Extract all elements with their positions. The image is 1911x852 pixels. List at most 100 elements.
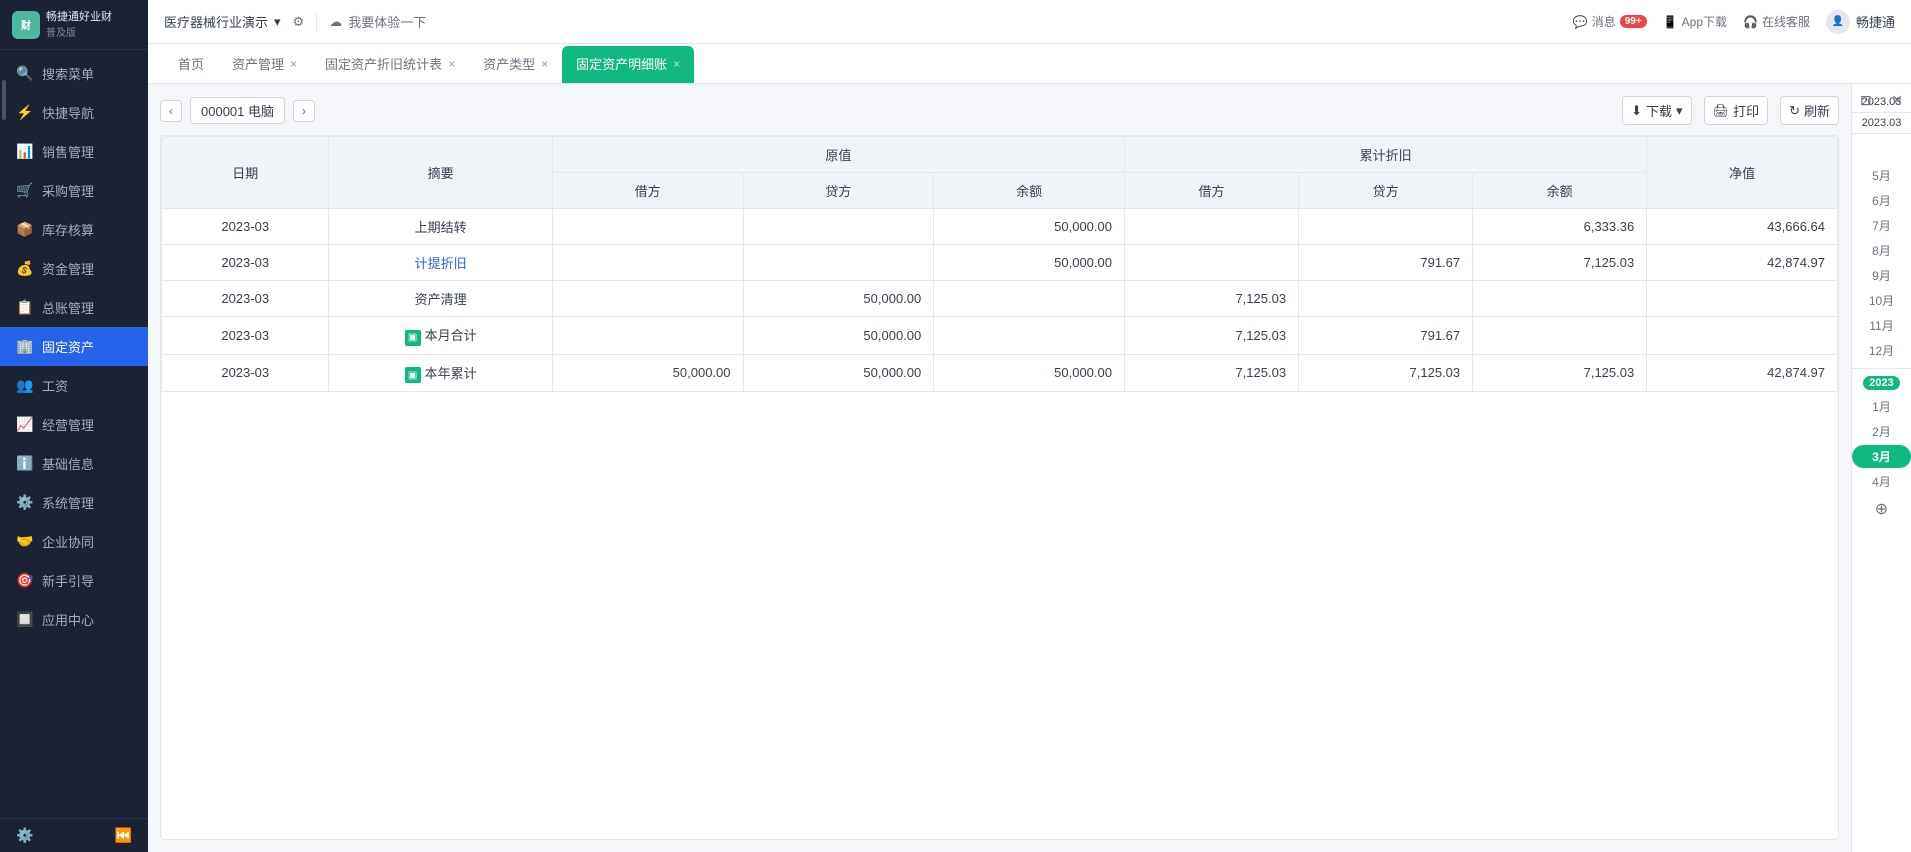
cell-date: 2023-03	[162, 317, 329, 355]
month-item-active[interactable]: 3月	[1852, 445, 1911, 468]
basic-info-icon: ℹ️	[16, 455, 34, 473]
cell-accum-credit: 791.67	[1299, 245, 1473, 281]
app-download-button[interactable]: 📱 App下载	[1663, 13, 1727, 30]
sidebar-menu: 🔍 搜索菜单 ⚡ 快捷导航 📊 销售管理 🛒 采购管理 📦 库存核算 💰 资金管…	[0, 50, 148, 818]
system-icon: ⚙️	[16, 494, 34, 512]
username: 畅捷通	[1856, 12, 1895, 31]
cell-accum-debit: 7,125.03	[1124, 317, 1298, 355]
sidebar-item-apps[interactable]: 🔲 应用中心	[0, 600, 148, 639]
company-selector[interactable]: 医疗器械行业演示 ▾	[164, 12, 281, 31]
sidebar-item-payroll[interactable]: 👥 工资	[0, 366, 148, 405]
collapse-icon[interactable]: ⏮️	[115, 827, 132, 844]
panel-close-icon[interactable]: ✕	[1891, 92, 1903, 109]
cell-accum-debit: 7,125.03	[1124, 281, 1298, 317]
sidebar-item-system[interactable]: ⚙️ 系统管理	[0, 483, 148, 522]
month-item[interactable]: 7月	[1852, 214, 1911, 237]
sidebar-item-label: 库存核算	[42, 220, 94, 239]
sidebar-item-guide[interactable]: 🎯 新手引导	[0, 561, 148, 600]
app-name: 畅捷通好业财	[46, 10, 112, 24]
month-item[interactable]: 1月	[1852, 395, 1911, 418]
logo-text-group: 畅捷通好业财 普及版	[46, 10, 112, 39]
month-item[interactable]: 9月	[1852, 264, 1911, 287]
month-item[interactable]: 2月	[1852, 420, 1911, 443]
purchase-icon: 🛒	[16, 182, 34, 200]
sidebar-item-ops[interactable]: 📈 经营管理	[0, 405, 148, 444]
tab-home[interactable]: 首页	[164, 46, 218, 83]
month-item[interactable]: 6月	[1852, 189, 1911, 212]
experience-button[interactable]: ☁ 我要体验一下	[329, 12, 426, 31]
tab-asset-mgmt[interactable]: 资产管理 ×	[218, 46, 311, 83]
table-row: 2023-03 上期结转 50,000.00 6,333.36 43,666.6…	[162, 209, 1838, 245]
sidebar-item-enterprise[interactable]: 🤝 企业协同	[0, 522, 148, 561]
search-icon: 🔍	[16, 65, 34, 83]
month-item[interactable]: 5月	[1852, 164, 1911, 187]
tab-asset-type[interactable]: 资产类型 ×	[469, 46, 562, 83]
tabs-bar: 首页 资产管理 × 固定资产折旧统计表 × 资产类型 × 固定资产明细账 ×	[148, 44, 1911, 84]
sub-col-orig-credit: 贷方	[743, 173, 934, 209]
tab-close-icon[interactable]: ×	[673, 57, 680, 71]
sidebar-item-search[interactable]: 🔍 搜索菜单	[0, 54, 148, 93]
panel-expand-icon[interactable]: ⊡	[1860, 92, 1872, 109]
refresh-button[interactable]: ↻ 刷新	[1780, 96, 1839, 125]
tab-asset-ledger[interactable]: 固定资产明细账 ×	[562, 46, 694, 83]
cell-orig-balance	[934, 317, 1125, 355]
sub-col-accum-debit: 借方	[1124, 173, 1298, 209]
message-icon: 💬	[1573, 15, 1588, 29]
tab-label: 资产管理	[232, 54, 284, 73]
settings-icon[interactable]: ⚙️	[16, 827, 33, 844]
tab-close-icon[interactable]: ×	[448, 57, 455, 71]
month-item[interactable]: 4月	[1852, 470, 1911, 493]
cell-summary: 资产清理	[329, 281, 552, 317]
download-button[interactable]: ⬇ 下载 ▾	[1622, 96, 1691, 125]
sidebar-item-label: 工资	[42, 376, 68, 395]
cell-date: 2023-03	[162, 209, 329, 245]
refresh-label: 刷新	[1804, 101, 1830, 120]
asset-id-display: 000001 电脑	[190, 97, 285, 124]
cell-orig-debit	[552, 209, 743, 245]
apps-icon: 🔲	[16, 611, 34, 629]
customer-service-button[interactable]: 🎧 在线客服	[1743, 13, 1810, 30]
service-label: 在线客服	[1762, 13, 1810, 30]
sidebar-item-label: 搜索菜单	[42, 64, 94, 83]
tab-close-icon[interactable]: ×	[290, 57, 297, 71]
avatar: 👤	[1826, 10, 1850, 34]
print-button[interactable]: 🖨 打印	[1704, 96, 1769, 125]
settings-gear-icon[interactable]: ⚙	[293, 14, 305, 30]
month-item[interactable]: 10月	[1852, 289, 1911, 312]
topbar-right: 💬 消息 99+ 📱 App下载 🎧 在线客服 👤 畅捷通	[1573, 10, 1895, 34]
user-profile[interactable]: 👤 畅捷通	[1826, 10, 1895, 34]
tab-depreciation-stats[interactable]: 固定资产折旧统计表 ×	[311, 46, 469, 83]
scroll-down-icon[interactable]: ⊕	[1871, 495, 1892, 523]
tab-home-label: 首页	[178, 54, 204, 73]
prev-asset-button[interactable]: ‹	[160, 100, 182, 122]
sidebar: 财 畅捷通好业财 普及版 🔍 搜索菜单 ⚡ 快捷导航 📊 销售管理 🛒 采购管理…	[0, 0, 148, 852]
asset-ledger-table: 日期 摘要 原值 累计折旧 净值 借方 贷方 余额 借方 贷方 余额	[160, 135, 1839, 840]
cell-accum-credit	[1299, 281, 1473, 317]
month-item[interactable]: 8月	[1852, 239, 1911, 262]
tab-close-icon[interactable]: ×	[541, 57, 548, 71]
sidebar-item-basic-info[interactable]: ℹ️ 基础信息	[0, 444, 148, 483]
sidebar-item-ledger[interactable]: 📋 总账管理	[0, 288, 148, 327]
cell-orig-credit: 50,000.00	[743, 281, 934, 317]
month-item[interactable]: 11月	[1852, 314, 1911, 337]
next-asset-button[interactable]: ›	[293, 100, 315, 122]
cell-orig-debit	[552, 317, 743, 355]
sidebar-item-purchase[interactable]: 🛒 采购管理	[0, 171, 148, 210]
messages-button[interactable]: 💬 消息 99+	[1573, 13, 1647, 30]
sidebar-item-fixed-assets[interactable]: 🏢 固定资产	[0, 327, 148, 366]
tab-label: 固定资产折旧统计表	[325, 54, 442, 73]
cell-orig-credit	[743, 209, 934, 245]
sidebar-item-inventory[interactable]: 📦 库存核算	[0, 210, 148, 249]
dropdown-chevron-icon: ▾	[1676, 103, 1683, 119]
cell-date: 2023-03	[162, 245, 329, 281]
logo-icon: 财	[12, 11, 40, 39]
sidebar-item-capital[interactable]: 💰 资金管理	[0, 249, 148, 288]
month-item[interactable]: 12月	[1852, 339, 1911, 362]
sidebar-item-sales[interactable]: 📊 销售管理	[0, 132, 148, 171]
table-row: 2023-03 ▣本年累计 50,000.00 50,000.00 50,000…	[162, 354, 1838, 392]
download-icon: 📱	[1663, 15, 1678, 29]
capital-icon: 💰	[16, 260, 34, 278]
sidebar-item-quick-nav[interactable]: ⚡ 快捷导航	[0, 93, 148, 132]
cell-accum-credit: 791.67	[1299, 317, 1473, 355]
app-download-label: App下载	[1682, 13, 1727, 30]
